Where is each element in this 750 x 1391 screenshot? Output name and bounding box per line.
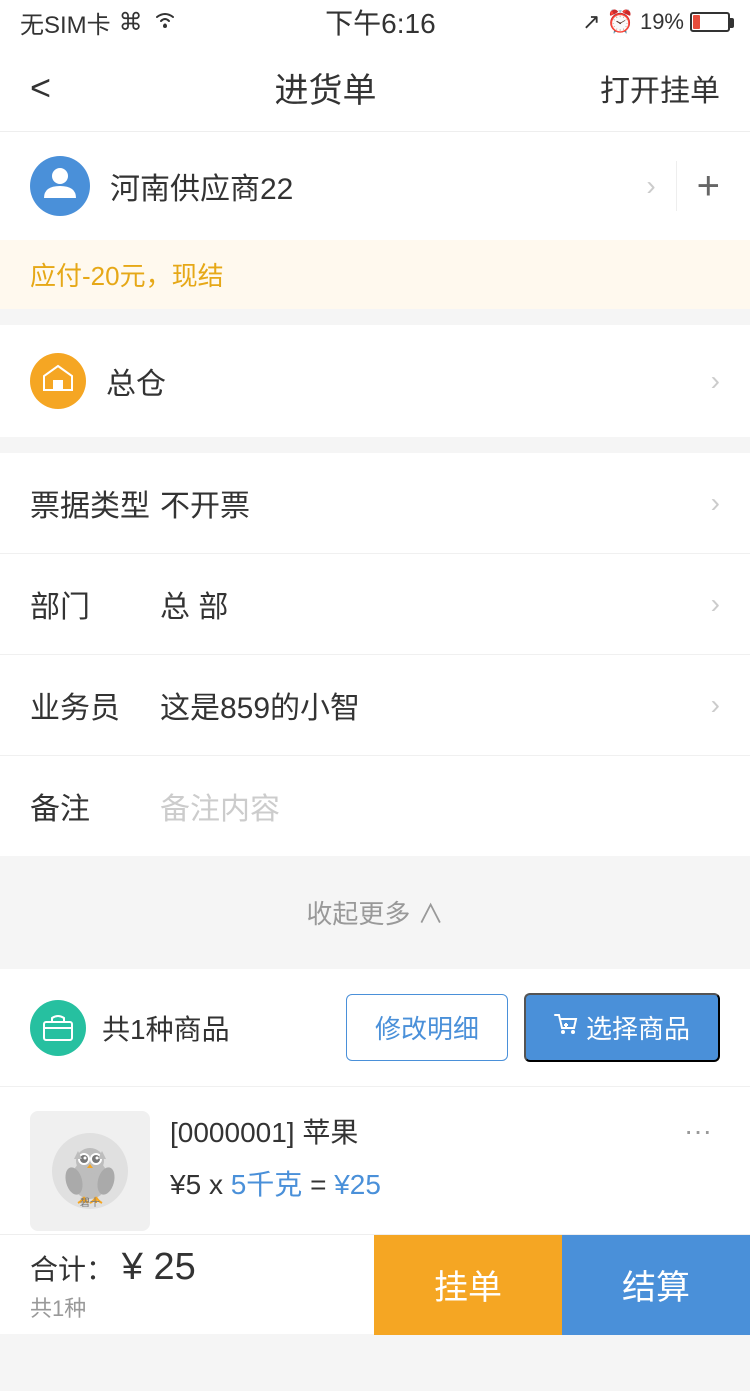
status-carrier: 无SIM卡 ⌘ bbox=[20, 5, 179, 40]
department-row[interactable]: 部门 总 部 › bbox=[0, 554, 750, 655]
notice-banner: 应付-20元，现结 bbox=[0, 240, 750, 309]
warehouse-section: 总仓 › bbox=[0, 325, 750, 437]
salesperson-label: 业务员 bbox=[30, 683, 160, 727]
product-header: 共1种商品 修改明细 选择商品 bbox=[0, 969, 750, 1087]
back-button[interactable]: < bbox=[30, 67, 51, 109]
warehouse-name: 总仓 bbox=[106, 359, 711, 403]
status-bar: 无SIM卡 ⌘ 下午6:16 ↗ ⏰ 19% bbox=[0, 0, 750, 44]
location-icon: ↗ bbox=[582, 9, 600, 35]
status-indicators: ↗ ⏰ 19% bbox=[582, 9, 730, 35]
department-label: 部门 bbox=[30, 582, 160, 626]
product-details: [0000001] 苹果 ¥5 x 5千克 = ¥25 bbox=[170, 1111, 676, 1203]
wifi-icon bbox=[151, 8, 179, 36]
invoice-type-label: 票据类型 bbox=[30, 481, 160, 525]
more-options-button[interactable]: ··· bbox=[676, 1111, 720, 1151]
page-title: 进货单 bbox=[275, 63, 377, 112]
product-item: 碧十 [0000001] 苹果 ¥5 x 5千克 = ¥25 ··· bbox=[0, 1087, 750, 1255]
footer-total: 合计： ¥ 25 共1种 bbox=[0, 1246, 374, 1323]
footer: 合计： ¥ 25 共1种 挂单 结算 bbox=[0, 1234, 750, 1334]
warehouse-chevron-icon: › bbox=[711, 365, 720, 397]
salesperson-row[interactable]: 业务员 这是859的小智 › bbox=[0, 655, 750, 756]
pend-button[interactable]: 挂单 bbox=[374, 1235, 562, 1335]
edit-details-button[interactable]: 修改明细 bbox=[346, 994, 508, 1061]
select-product-button[interactable]: 选择商品 bbox=[524, 993, 720, 1062]
battery-icon bbox=[690, 12, 730, 32]
supplier-avatar bbox=[30, 156, 90, 216]
person-icon bbox=[42, 164, 78, 208]
add-supplier-button[interactable]: + bbox=[697, 164, 720, 209]
product-name: [0000001] 苹果 bbox=[170, 1111, 676, 1151]
supplier-row[interactable]: 河南供应商22 › + bbox=[0, 132, 750, 240]
product-price: ¥5 x 5千克 = ¥25 bbox=[170, 1163, 676, 1203]
supplier-name: 河南供应商22 bbox=[110, 164, 646, 208]
form-section: 票据类型 不开票 › 部门 总 部 › 业务员 这是859的小智 › 备注 备注… bbox=[0, 453, 750, 856]
department-chevron-icon: › bbox=[711, 588, 720, 620]
supplier-chevron-icon: › bbox=[646, 170, 655, 202]
remark-input[interactable]: 备注内容 bbox=[160, 784, 720, 828]
total-amount-row: 合计： ¥ 25 bbox=[30, 1246, 344, 1289]
department-value: 总 部 bbox=[160, 582, 711, 626]
salesperson-chevron-icon: › bbox=[711, 689, 720, 721]
warehouse-icon bbox=[30, 353, 86, 409]
invoice-type-row[interactable]: 票据类型 不开票 › bbox=[0, 453, 750, 554]
divider bbox=[676, 161, 677, 211]
product-icon bbox=[30, 1000, 86, 1056]
collapse-row[interactable]: 收起更多 ∧ bbox=[0, 872, 750, 953]
total-sub: 共1种 bbox=[30, 1291, 344, 1323]
total-amount: ¥ 25 bbox=[122, 1246, 196, 1288]
salesperson-value: 这是859的小智 bbox=[160, 683, 711, 727]
warehouse-row[interactable]: 总仓 › bbox=[0, 325, 750, 437]
product-section: 共1种商品 修改明细 选择商品 bbox=[0, 969, 750, 1255]
alarm-icon: ⏰ bbox=[607, 9, 634, 35]
cart-icon bbox=[554, 1012, 578, 1043]
product-thumbnail: 碧十 bbox=[30, 1111, 150, 1231]
status-time: 下午6:16 bbox=[325, 2, 436, 42]
svg-text:碧十: 碧十 bbox=[80, 1196, 100, 1209]
settle-button[interactable]: 结算 bbox=[562, 1235, 750, 1335]
product-count: 共1种商品 bbox=[102, 1008, 346, 1048]
remark-label: 备注 bbox=[30, 784, 160, 828]
remark-row[interactable]: 备注 备注内容 bbox=[0, 756, 750, 856]
invoice-chevron-icon: › bbox=[711, 487, 720, 519]
supplier-section: 河南供应商22 › + 应付-20元，现结 bbox=[0, 132, 750, 309]
open-pending-button[interactable]: 打开挂单 bbox=[600, 66, 720, 110]
invoice-type-value: 不开票 bbox=[160, 481, 711, 525]
nav-bar: < 进货单 打开挂单 bbox=[0, 44, 750, 132]
